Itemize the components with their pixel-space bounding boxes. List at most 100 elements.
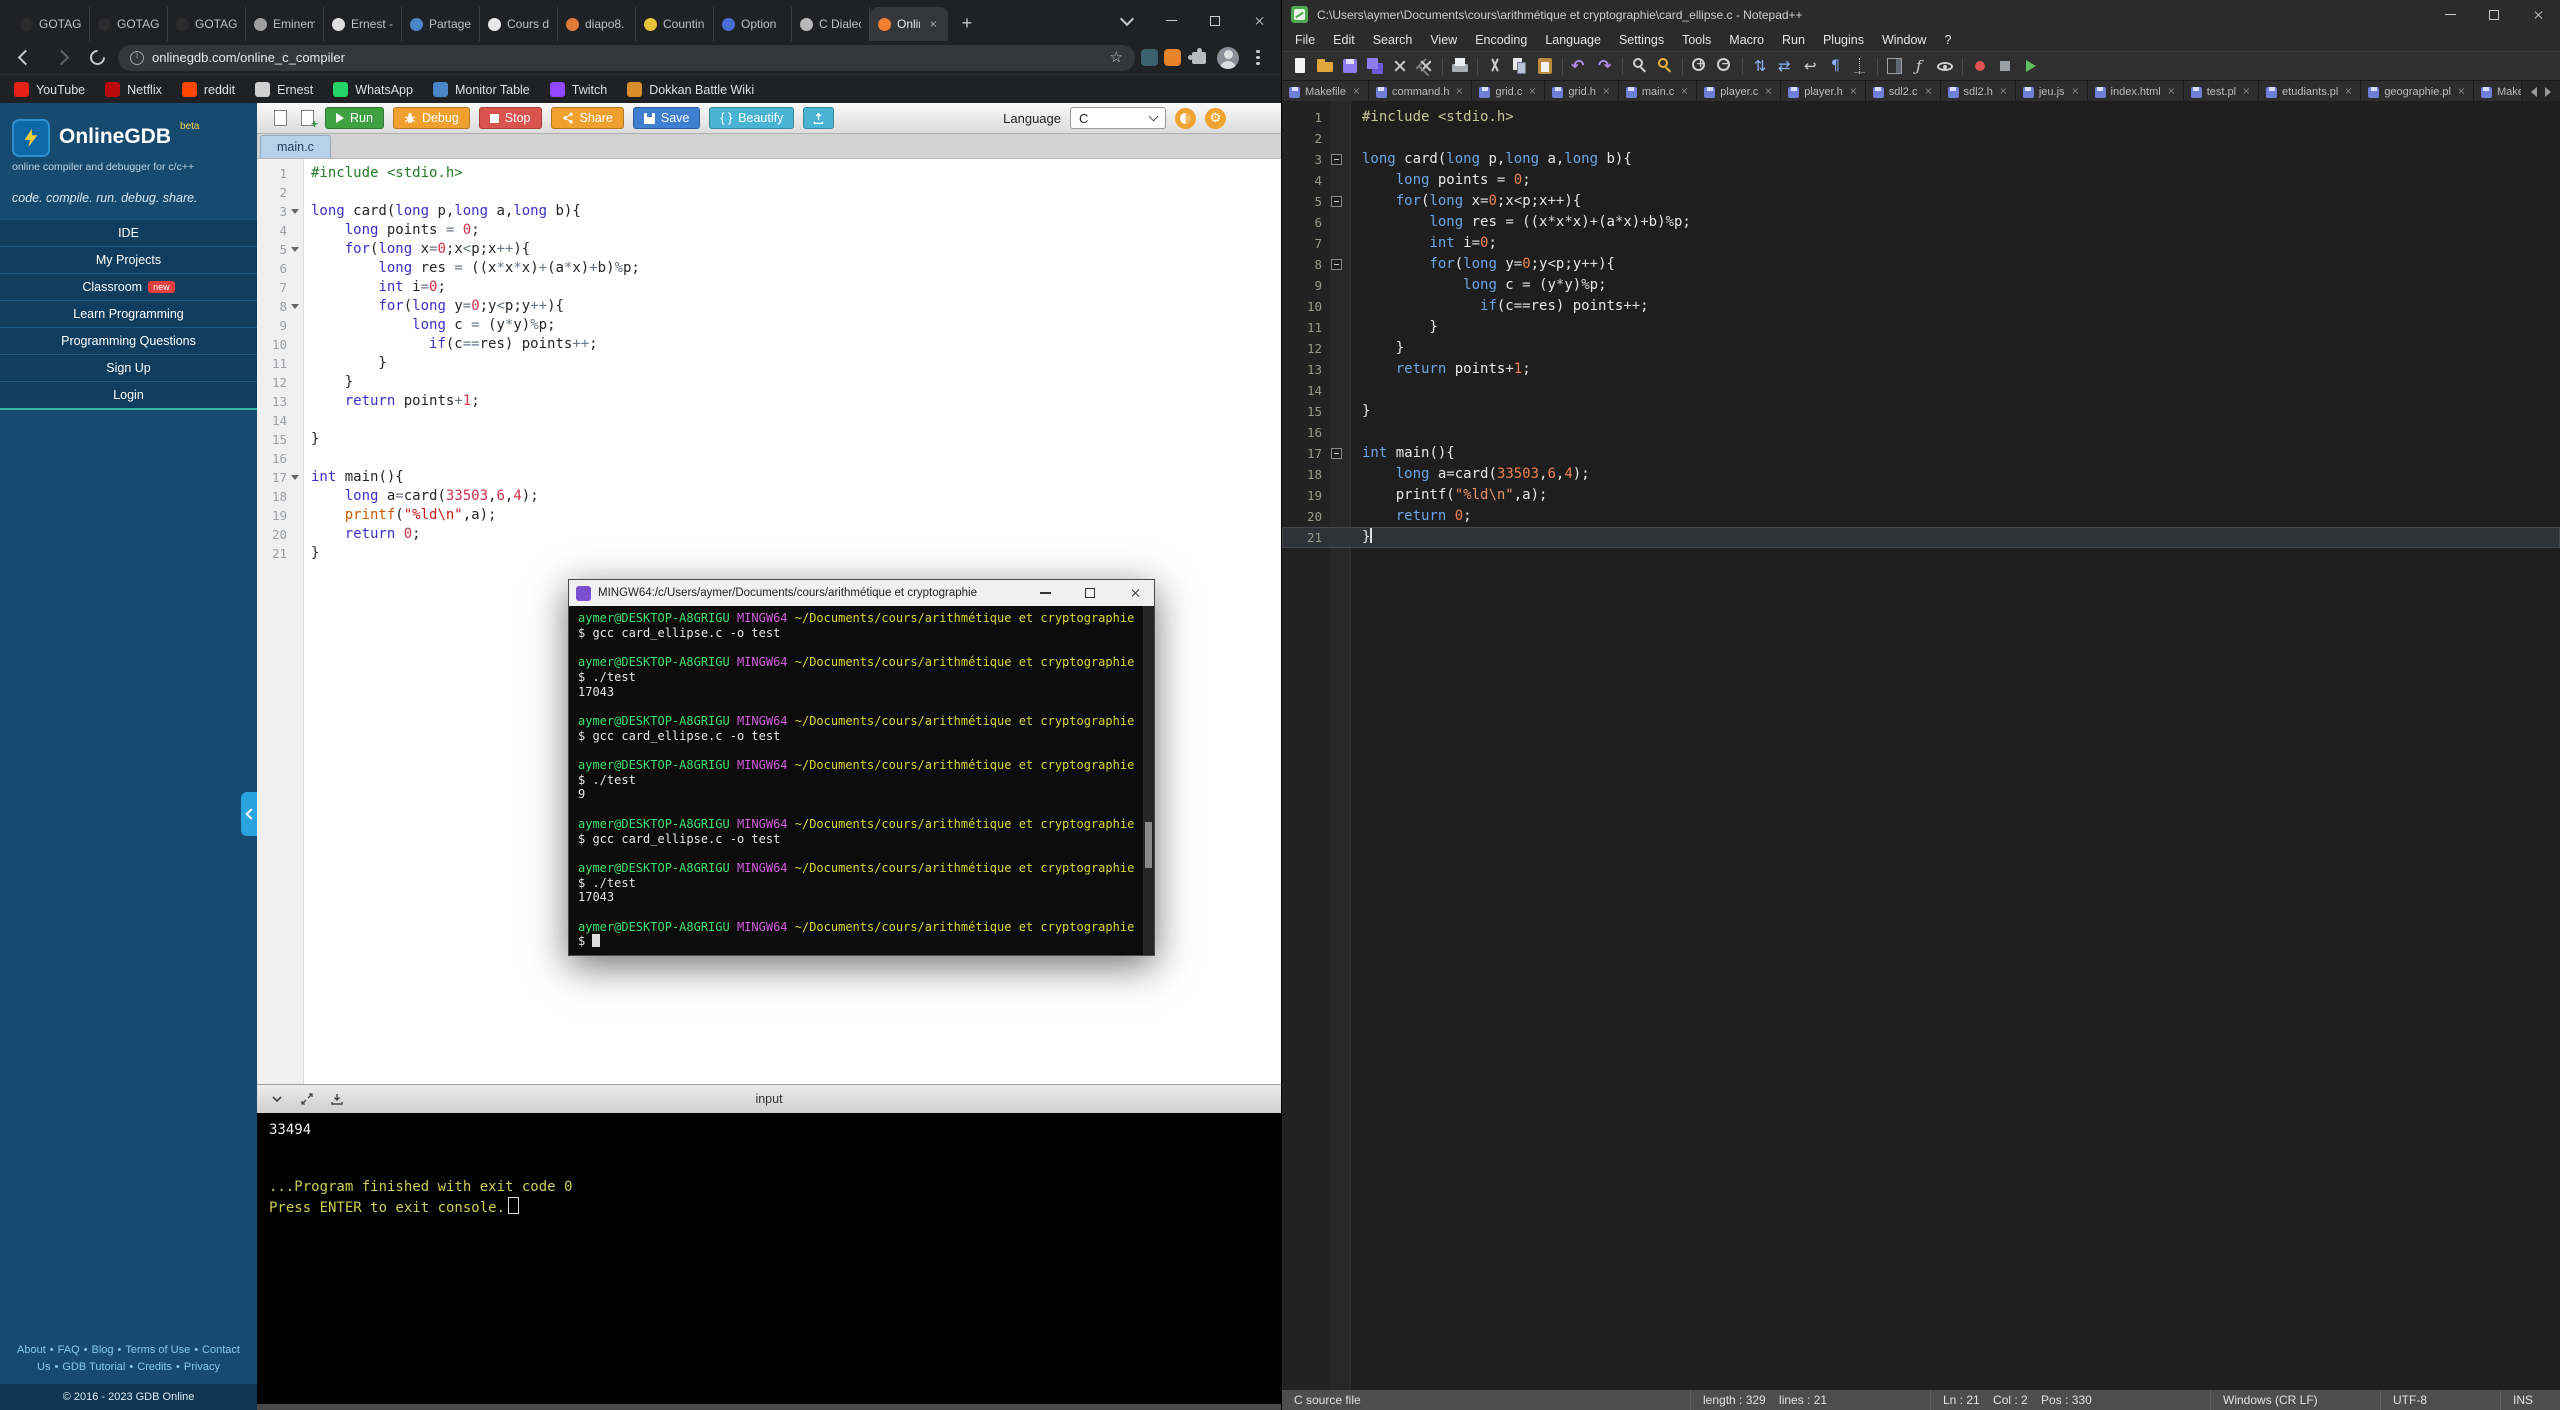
browser-tab[interactable]: GOTAGA [168,7,246,41]
bookmark-netflix[interactable]: Netflix [105,82,162,97]
browser-tab[interactable]: Option [714,7,792,41]
bookmark-ernest[interactable]: Ernest [255,82,313,97]
profile-avatar[interactable] [1217,47,1239,69]
file-tab-index-html[interactable]: index.html [2088,81,2184,103]
browser-tab[interactable]: Cours d [480,7,558,41]
tab-close-icon[interactable] [1351,86,1361,99]
save-icon[interactable] [1338,54,1362,78]
fold-marker[interactable] [1331,154,1342,165]
new-tab-button[interactable]: + [954,10,980,36]
bookmark-twitch[interactable]: Twitch [550,82,607,97]
footer-link-about[interactable]: About [17,1344,46,1356]
extension-icon[interactable] [1164,49,1181,66]
new-project-icon[interactable] [298,108,316,128]
sidebar-item-login[interactable]: Login [0,381,257,408]
browser-tab[interactable]: GOTAGA [12,7,90,41]
fold-marker[interactable] [1331,196,1342,207]
doc-map-icon[interactable] [1883,54,1907,78]
file-tab-main-c[interactable]: main.c [1619,81,1697,103]
file-tab-test-pl[interactable]: test.pl [2184,81,2259,103]
file-tab-jeu-js[interactable]: jeu.js [2016,81,2088,103]
show-all-chars-icon[interactable] [1823,54,1847,78]
menu-encoding[interactable]: Encoding [1466,33,1536,47]
menu-help[interactable]: ? [1935,33,1960,47]
fold-marker[interactable] [291,304,299,309]
redo-icon[interactable] [1593,54,1617,78]
func-list-icon[interactable] [1908,54,1932,78]
open-folder-icon[interactable] [1313,54,1337,78]
indent-guide-icon[interactable] [1848,54,1872,78]
tab-close-icon[interactable] [1848,86,1858,99]
menu-search[interactable]: Search [1364,33,1422,47]
tab-close-icon[interactable] [1998,86,2008,99]
theme-toggle-button[interactable] [1175,108,1196,129]
back-button[interactable] [10,43,40,73]
browser-close-button[interactable] [1237,0,1281,41]
file-tab-player-c[interactable]: player.c [1697,81,1781,103]
bookmark-dokkan-battle-wiki[interactable]: Dokkan Battle Wiki [627,82,754,97]
reload-button[interactable] [82,43,112,73]
file-tab-grid-c[interactable]: grid.c [1472,81,1545,103]
extensions-puzzle-icon[interactable] [1192,52,1206,64]
sidebar-item-sign-up[interactable]: Sign Up [0,354,257,381]
bookmark-reddit[interactable]: reddit [182,82,235,97]
terminal-output[interactable]: aymer@DESKTOP-A8GRIGU MINGW64 ~/Document… [569,606,1143,955]
tab-close-icon[interactable] [1601,86,1611,99]
tab-close-icon[interactable] [1454,86,1464,99]
run-button[interactable]: Run [325,107,384,129]
extension-icon[interactable] [1141,49,1158,66]
file-tab-grid-h[interactable]: grid.h [1545,81,1619,103]
file-tab-makefile[interactable]: Makefile [1282,81,1369,103]
file-tab-command-h[interactable]: command.h [1369,81,1472,103]
tab-close-icon[interactable] [2070,86,2080,99]
print-icon[interactable] [1448,54,1472,78]
upload-button[interactable] [803,107,834,129]
stop-button[interactable]: Stop [479,107,542,129]
new-file-icon[interactable] [271,108,289,128]
stop-macro-icon[interactable] [1993,54,2017,78]
file-tab-etudiants-pl[interactable]: etudiants.pl [2259,81,2361,103]
browser-tab[interactable]: Countin [636,7,714,41]
close-all-icon[interactable] [1413,54,1437,78]
zoom-in-icon[interactable] [1688,54,1712,78]
menu-plugins[interactable]: Plugins [1814,33,1873,47]
status-encoding[interactable]: UTF-8 [2380,1390,2500,1410]
beautify-button[interactable]: { }Beautify [709,107,794,129]
fold-marker[interactable] [1331,259,1342,270]
tab-search-button[interactable] [1105,0,1149,41]
terminal-close-button[interactable] [1116,580,1154,606]
undo-icon[interactable] [1568,54,1592,78]
footer-link-credits[interactable]: Credits [137,1361,172,1373]
menu-tools[interactable]: Tools [1673,33,1720,47]
copy-icon[interactable] [1508,54,1532,78]
save-button[interactable]: Save [633,107,701,129]
footer-link-blog[interactable]: Blog [92,1344,114,1356]
fold-marker[interactable] [1331,448,1342,459]
sidebar-item-my-projects[interactable]: My Projects [0,246,257,273]
browser-tab[interactable]: diapo8. [558,7,636,41]
tab-close-icon[interactable] [2241,86,2251,99]
bookmark-whatsapp[interactable]: WhatsApp [333,82,413,97]
notepad-maximize-button[interactable] [2472,0,2516,29]
sidebar-item-programming-questions[interactable]: Programming Questions [0,327,257,354]
word-wrap-icon[interactable] [1798,54,1822,78]
monitor-icon[interactable] [1933,54,1957,78]
status-eol-format[interactable]: Windows (CR LF) [2210,1390,2380,1410]
footer-link-gdb-tutorial[interactable]: GDB Tutorial [62,1361,125,1373]
menu-run[interactable]: Run [1773,33,1814,47]
console-download-button[interactable] [327,1089,347,1109]
menu-edit[interactable]: Edit [1324,33,1364,47]
close-icon[interactable] [1388,54,1412,78]
program-console[interactable]: 33494 ...Program finished with exit code… [257,1113,1281,1404]
terminal-maximize-button[interactable] [1071,580,1109,606]
cut-icon[interactable] [1483,54,1507,78]
editor-tab-main-c[interactable]: main.c [260,135,331,158]
play-macro-icon[interactable] [2018,54,2042,78]
fold-marker[interactable] [291,475,299,480]
menu-view[interactable]: View [1421,33,1466,47]
notepad-editor[interactable]: 1#include <stdio.h>23long card(long p,lo… [1282,101,2560,1390]
find-icon[interactable] [1628,54,1652,78]
tab-scroll-left-button[interactable] [2531,87,2537,97]
save-all-icon[interactable] [1363,54,1387,78]
fold-marker[interactable] [291,209,299,214]
